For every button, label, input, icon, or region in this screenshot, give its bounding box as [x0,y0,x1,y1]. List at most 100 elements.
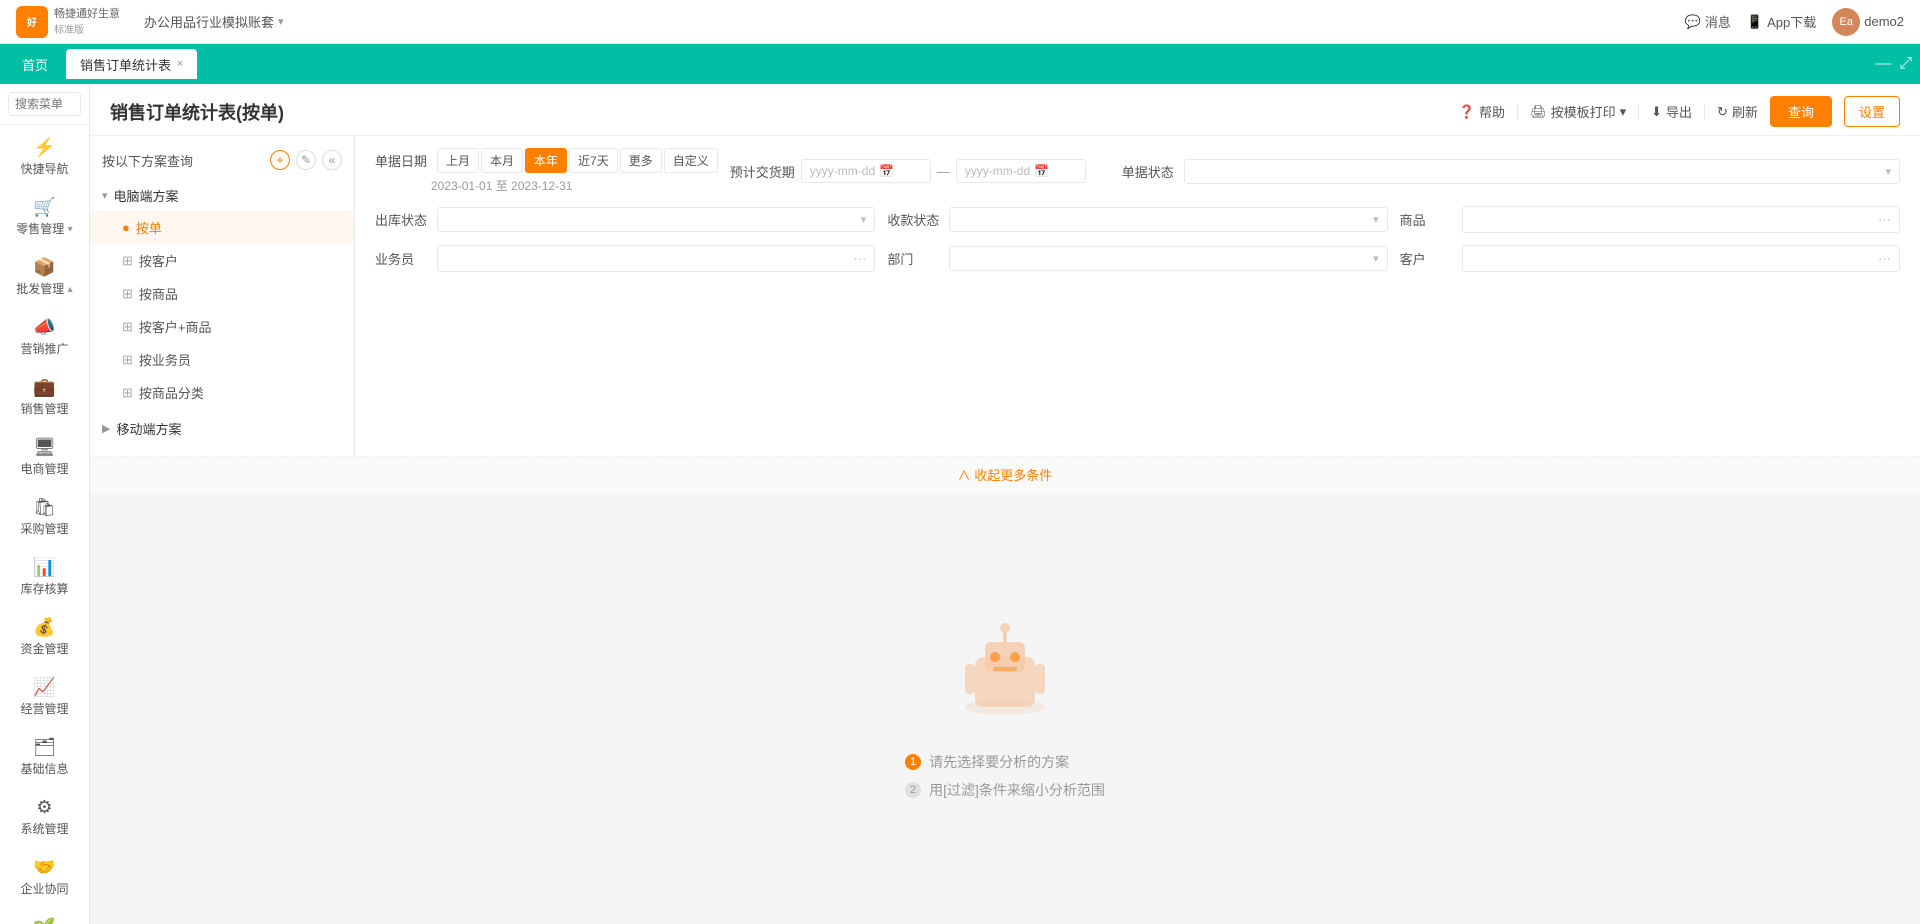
customer-more-icon[interactable]: ··· [1878,251,1891,266]
receipt-status-select[interactable]: ▾ [949,207,1387,232]
tab-home-label: 首页 [22,55,48,74]
ship-status-label: 出库状态 [375,210,431,229]
sidebar-item-quick-nav[interactable]: ⚡ 快捷导航 [0,125,89,185]
goods-select[interactable]: ··· [1462,206,1900,233]
help-button[interactable]: ❓ 帮助 [1459,102,1505,121]
date-this-year-btn[interactable]: 本年 [525,148,567,173]
scheme-item-by-customer[interactable]: ⊞ 按客户 [90,244,354,277]
scheme-add-button[interactable]: + [270,150,290,170]
calendar-icon: 📅 [879,164,894,178]
by-goods-label: 按商品 [139,284,178,303]
messages-button[interactable]: 💬 消息 [1685,12,1731,31]
filter-date-item: 单据日期 上月 本月 本年 近7天 更多 自定义 [375,148,718,194]
sidebar-item-enterprise[interactable]: 🤝 企业协同 [0,845,89,905]
staff-more-icon[interactable]: ··· [853,251,866,266]
logo-sub: 标准版 [54,21,120,36]
date-more-btn[interactable]: 更多 [620,148,662,173]
scheme-group-pc-header[interactable]: ▾ 电脑端方案 [90,180,354,211]
finance-icon: 💰 [4,617,85,638]
sidebar-item-operations[interactable]: 📈 经营管理 [0,665,89,725]
tab-close-icon[interactable]: × [177,58,183,70]
goods-more-icon[interactable]: ··· [1878,212,1891,227]
scheme-item-by-category[interactable]: ⊞ 按商品分类 [90,376,354,409]
tab-maximize-button[interactable]: ⤢ [1899,55,1912,73]
doc-status-select[interactable]: ▾ [1184,159,1900,184]
tab-bar: 首页 销售订单统计表 × — ⤢ [0,44,1920,84]
mobile-group-label: 移动端方案 [116,419,181,438]
scheme-edit-button[interactable]: ✎ [296,150,316,170]
sidebar-item-ecommerce[interactable]: 🖥 电商管理 [0,425,89,485]
doc-status-chevron: ▾ [1885,165,1891,178]
expected-date-from-input[interactable]: yyyy-mm-dd 📅 [801,159,931,183]
sidebar-item-purchase[interactable]: 🛍 采购管理 [0,485,89,545]
collapse-row[interactable]: ∧ 收起更多条件 [90,456,1920,492]
search-input[interactable] [8,92,81,116]
basics-label: 基础信息 [20,762,68,776]
date-last-month-btn[interactable]: 上月 [437,148,479,173]
export-label: 导出 [1666,102,1692,121]
calendar-icon2: 📅 [1034,164,1049,178]
export-button[interactable]: ⬇ 导出 [1651,102,1692,121]
template-print-label: 按模板打印 [1551,102,1616,121]
sidebar: ⚡ 快捷导航 🛒 零售管理 ▾ 📦 批发管理 ▴ 📣 营销推广 💼 销售管理 🖥… [0,84,90,924]
customer-select[interactable]: ··· [1462,245,1900,272]
date-this-month-btn[interactable]: 本月 [481,148,523,173]
scheme-item-by-customer-goods[interactable]: ⊞ 按客户+商品 [90,310,354,343]
scheme-group-mobile-header[interactable]: ▶ 移动端方案 [90,413,354,444]
help-label: 帮助 [1479,102,1505,121]
settings-button[interactable]: 设置 [1844,96,1900,127]
scheme-collapse-button[interactable]: « [322,150,342,170]
logo-text-block: 畅捷通好生意 标准版 [54,7,120,36]
refresh-label: 刷新 [1732,102,1758,121]
user-area[interactable]: Ea demo2 [1832,8,1904,36]
tab-minimize-button[interactable]: — [1875,55,1891,73]
tab-sales-order[interactable]: 销售订单统计表 × [66,49,197,79]
dept-label: 部门 [887,249,943,268]
scheme-item-by-staff[interactable]: ⊞ 按业务员 [90,343,354,376]
staff-select[interactable]: ··· [437,245,875,272]
filter-dept-item: 部门 ▾ [887,246,1387,271]
scheme-group-mobile: ▶ 移动端方案 [90,413,354,444]
sidebar-item-basics[interactable]: 🗂 基础信息 [0,725,89,785]
scheme-header: 按以下方案查询 + ✎ « [90,144,354,176]
sidebar-item-sales[interactable]: 💼 销售管理 [0,365,89,425]
retail-arrow: ▾ [68,224,73,235]
goods-label: 商品 [1400,210,1456,229]
download-icon: 📱 [1747,14,1763,30]
scheme-item-by-order[interactable]: ● 按单 [90,211,354,244]
filter-row-2: 出库状态 ▾ 收款状态 ▾ [375,206,1900,233]
sidebar-item-system[interactable]: ⚙ 系统管理 [0,785,89,845]
template-print-button[interactable]: 🖨 按模板打印 ▾ [1530,102,1626,121]
date-separator: — [937,164,950,179]
divider1 [1517,104,1518,120]
tip-1-text: 请先选择要分析的方案 [929,748,1069,776]
print-icon: 🖨 [1530,104,1547,120]
operations-icon: 📈 [4,677,85,698]
dept-select[interactable]: ▾ [949,246,1387,271]
date-custom-btn[interactable]: 自定义 [664,148,718,173]
sidebar-item-inventory[interactable]: 📊 库存核算 [0,545,89,605]
sidebar-item-retail[interactable]: 🛒 零售管理 ▾ [0,185,89,245]
ship-status-select[interactable]: ▾ [437,207,875,232]
marketing-icon: 📣 [4,317,85,338]
query-button[interactable]: 查询 [1770,96,1832,127]
date-7days-btn[interactable]: 近7天 [569,148,618,173]
enterprise-icon: 🤝 [4,857,85,878]
messages-label: 消息 [1705,12,1731,31]
by-category-icon: ⊞ [122,385,133,401]
empty-tips: 1 请先选择要分析的方案 2 用[过滤]条件来缩小分析范围 [905,748,1105,804]
filter-section: 按以下方案查询 + ✎ « ▾ 电脑端方案 ● [90,136,1920,492]
app-download-button[interactable]: 📱 App下载 [1747,12,1816,31]
empty-tip-1: 1 请先选择要分析的方案 [905,748,1105,776]
receipt-status-label: 收款状态 [887,210,943,229]
tab-home[interactable]: 首页 [8,49,62,79]
sidebar-item-newuser[interactable]: 🌱 新手引导 [0,905,89,924]
page-selector[interactable]: 办公用品行业模拟账套 ▾ [144,12,284,31]
expected-date-to-input[interactable]: yyyy-mm-dd 📅 [956,159,1086,183]
refresh-button[interactable]: ↻ 刷新 [1717,102,1758,121]
sidebar-item-marketing[interactable]: 📣 营销推广 [0,305,89,365]
sidebar-item-finance[interactable]: 💰 资金管理 [0,605,89,665]
sidebar-item-wholesale[interactable]: 📦 批发管理 ▴ [0,245,89,305]
enterprise-label: 企业协同 [20,882,68,896]
scheme-item-by-goods[interactable]: ⊞ 按商品 [90,277,354,310]
